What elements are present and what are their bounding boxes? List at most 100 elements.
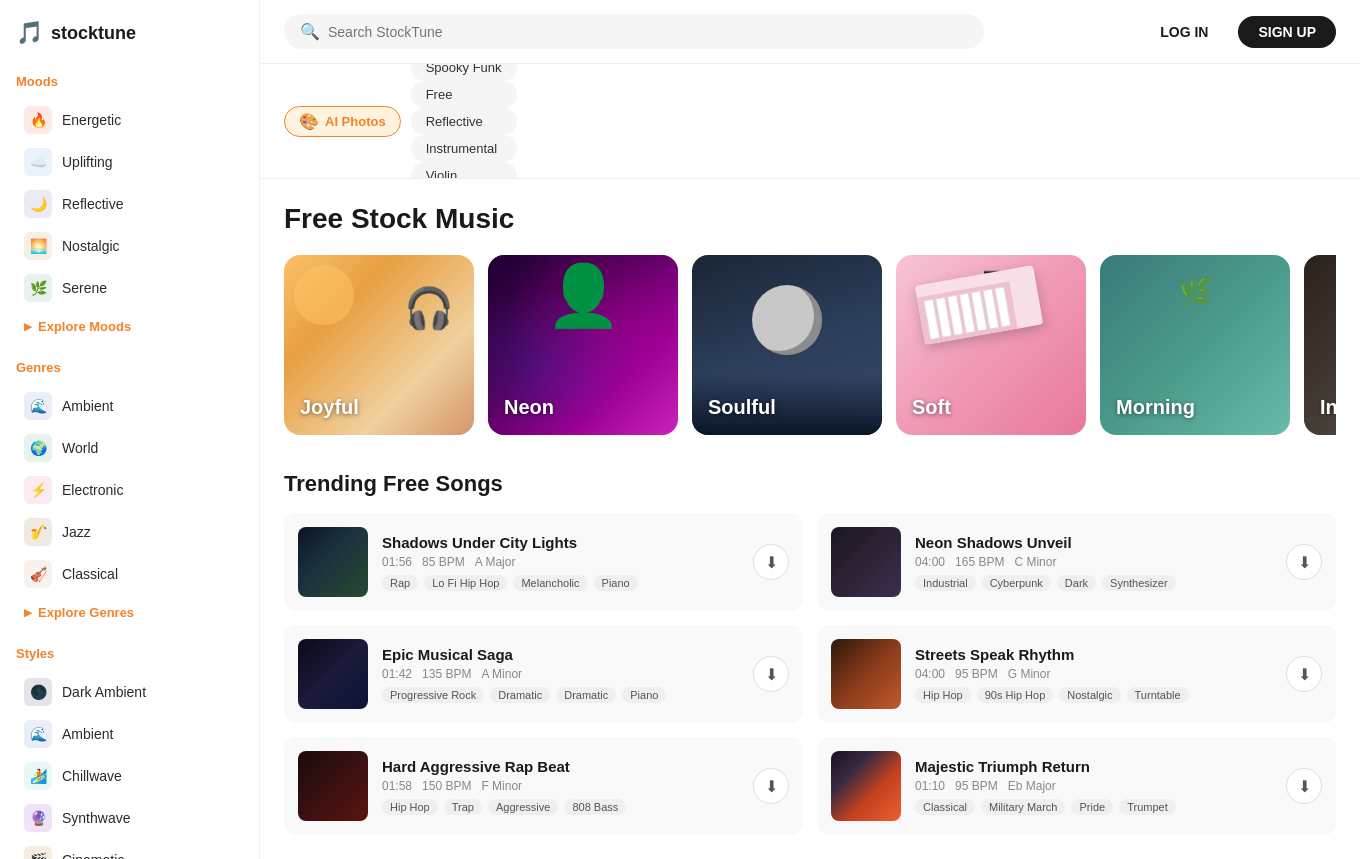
song-info-song4: Streets Speak Rhythm 04:00 95 BPM G Mino… (915, 646, 1272, 703)
song-title-song3: Epic Musical Saga (382, 646, 739, 663)
song-duration: 01:56 (382, 555, 412, 569)
sidebar-item-energetic[interactable]: 🔥 Energetic (16, 99, 243, 141)
sidebar-label-cinematic: Cinematic (62, 852, 124, 859)
sidebar-moods-list: 🔥 Energetic ☁️ Uplifting 🌙 Reflective 🌅 … (16, 99, 243, 309)
song-thumbnail-song2 (831, 527, 901, 597)
signup-button[interactable]: SIGN UP (1238, 16, 1336, 48)
search-input[interactable] (328, 24, 968, 40)
sidebar-item-dark-ambient[interactable]: 🌑 Dark Ambient (16, 671, 243, 713)
logo-text: stocktune (51, 23, 136, 44)
search-box[interactable]: 🔍 (284, 14, 984, 49)
song-tag: Trumpet (1119, 799, 1176, 815)
song-card-song1[interactable]: Shadows Under City Lights 01:56 85 BPM A… (284, 513, 803, 611)
arrow-icon: ▶ (24, 321, 32, 332)
mood-card-soft[interactable]: 🎹 Soft (896, 255, 1086, 435)
mood-card-instrumental[interactable]: Instrumental (1304, 255, 1336, 435)
tag-chip-instrumental[interactable]: Instrumental (411, 135, 517, 162)
explore-genres-link[interactable]: ▶ Explore Genres (16, 599, 243, 626)
ai-photos-chip[interactable]: 🎨 AI Photos (284, 106, 401, 137)
login-button[interactable]: LOG IN (1140, 16, 1228, 48)
mood-card-neon[interactable]: 👤 Neon (488, 255, 678, 435)
song-info-song2: Neon Shadows Unveil 04:00 165 BPM C Mino… (915, 534, 1272, 591)
song-tags-song2: IndustrialCyberpunkDarkSynthesizer (915, 575, 1272, 591)
sidebar-item-serene[interactable]: 🌿 Serene (16, 267, 243, 309)
sidebar-item-reflective[interactable]: 🌙 Reflective (16, 183, 243, 225)
tag-chip-reflective[interactable]: Reflective (411, 108, 517, 135)
moods-section-title: Moods (16, 74, 243, 89)
auth-buttons: LOG IN SIGN UP (1140, 16, 1336, 48)
sidebar-item-nostalgic[interactable]: 🌅 Nostalgic (16, 225, 243, 267)
download-button-song1[interactable]: ⬇ (753, 544, 789, 580)
dark-ambient-icon: 🌑 (24, 678, 52, 706)
arrow-icon: ▶ (24, 607, 32, 618)
song-tag: Aggressive (488, 799, 558, 815)
world-icon: 🌍 (24, 434, 52, 462)
cinematic-icon: 🎬 (24, 846, 52, 859)
main-content: 🔍 LOG IN SIGN UP 🎨 AI Photos PeacefulSyn… (260, 0, 1360, 859)
tag-chip-free[interactable]: Free (411, 81, 517, 108)
mood-card-label-morning: Morning (1116, 396, 1195, 419)
sidebar-item-ambient-style[interactable]: 🌊 Ambient (16, 713, 243, 755)
mood-card-label-joyful: Joyful (300, 396, 359, 419)
tag-chip-spooky-funk[interactable]: Spooky Funk (411, 64, 517, 81)
song-tag: Classical (915, 799, 975, 815)
song-key: A Major (475, 555, 516, 569)
song-meta-song3: 01:42 135 BPM A Minor (382, 667, 739, 681)
song-title-song5: Hard Aggressive Rap Beat (382, 758, 739, 775)
sidebar-styles-list: 🌑 Dark Ambient 🌊 Ambient 🏄 Chillwave 🔮 S… (16, 671, 243, 859)
song-tag: Trap (444, 799, 482, 815)
song-title-song2: Neon Shadows Unveil (915, 534, 1272, 551)
serene-icon: 🌿 (24, 274, 52, 302)
explore-moods-link[interactable]: ▶ Explore Moods (16, 313, 243, 340)
sidebar-item-electronic[interactable]: ⚡ Electronic (16, 469, 243, 511)
song-tag: Nostalgic (1059, 687, 1120, 703)
sidebar-label-world: World (62, 440, 98, 456)
song-card-song3[interactable]: Epic Musical Saga 01:42 135 BPM A Minor … (284, 625, 803, 723)
mood-card-joyful[interactable]: 🎧 Joyful (284, 255, 474, 435)
song-key: F Minor (481, 779, 522, 793)
sidebar-label-jazz: Jazz (62, 524, 91, 540)
sidebar-item-chillwave[interactable]: 🏄 Chillwave (16, 755, 243, 797)
sidebar-item-cinematic[interactable]: 🎬 Cinematic (16, 839, 243, 859)
sidebar-item-classical[interactable]: 🎻 Classical (16, 553, 243, 595)
ambient-style-icon: 🌊 (24, 720, 52, 748)
ai-photos-label: AI Photos (325, 114, 386, 129)
song-card-song2[interactable]: Neon Shadows Unveil 04:00 165 BPM C Mino… (817, 513, 1336, 611)
song-tag: Piano (622, 687, 666, 703)
song-tags-song4: Hip Hop90s Hip HopNostalgicTurntable (915, 687, 1272, 703)
sidebar-item-world[interactable]: 🌍 World (16, 427, 243, 469)
song-tag: Industrial (915, 575, 976, 591)
genres-section-title: Genres (16, 360, 243, 375)
mood-card-label-soulful: Soulful (708, 396, 776, 419)
content-area: Free Stock Music 🎧 Joyful 👤 Neon Soulful… (260, 179, 1360, 859)
song-tags-song5: Hip HopTrapAggressive808 Bass (382, 799, 739, 815)
song-tag: Turntable (1127, 687, 1189, 703)
mood-card-soulful[interactable]: Soulful (692, 255, 882, 435)
download-button-song4[interactable]: ⬇ (1286, 656, 1322, 692)
download-button-song3[interactable]: ⬇ (753, 656, 789, 692)
song-tags-song1: RapLo Fi Hip HopMelancholicPiano (382, 575, 739, 591)
song-tag: Piano (594, 575, 638, 591)
mood-card-label-instrumental: Instrumental (1320, 396, 1336, 419)
song-card-song4[interactable]: Streets Speak Rhythm 04:00 95 BPM G Mino… (817, 625, 1336, 723)
song-thumbnail-song3 (298, 639, 368, 709)
song-tag: Military March (981, 799, 1065, 815)
song-tag: 90s Hip Hop (977, 687, 1054, 703)
song-card-song5[interactable]: Hard Aggressive Rap Beat 01:58 150 BPM F… (284, 737, 803, 835)
sidebar-item-ambient[interactable]: 🌊 Ambient (16, 385, 243, 427)
sidebar-item-jazz[interactable]: 🎷 Jazz (16, 511, 243, 553)
song-info-song5: Hard Aggressive Rap Beat 01:58 150 BPM F… (382, 758, 739, 815)
logo[interactable]: 🎵 stocktune (16, 20, 243, 46)
download-button-song2[interactable]: ⬇ (1286, 544, 1322, 580)
song-title-song1: Shadows Under City Lights (382, 534, 739, 551)
song-card-song6[interactable]: Majestic Triumph Return 01:10 95 BPM Eb … (817, 737, 1336, 835)
sidebar-item-synthwave[interactable]: 🔮 Synthwave (16, 797, 243, 839)
mood-card-morning[interactable]: 🌿 Morning (1100, 255, 1290, 435)
download-button-song6[interactable]: ⬇ (1286, 768, 1322, 804)
sidebar-item-uplifting[interactable]: ☁️ Uplifting (16, 141, 243, 183)
sidebar-label-dark-ambient: Dark Ambient (62, 684, 146, 700)
tag-chip-violin[interactable]: Violin (411, 162, 517, 180)
download-button-song5[interactable]: ⬇ (753, 768, 789, 804)
song-info-song1: Shadows Under City Lights 01:56 85 BPM A… (382, 534, 739, 591)
mood-card-label-neon: Neon (504, 396, 554, 419)
